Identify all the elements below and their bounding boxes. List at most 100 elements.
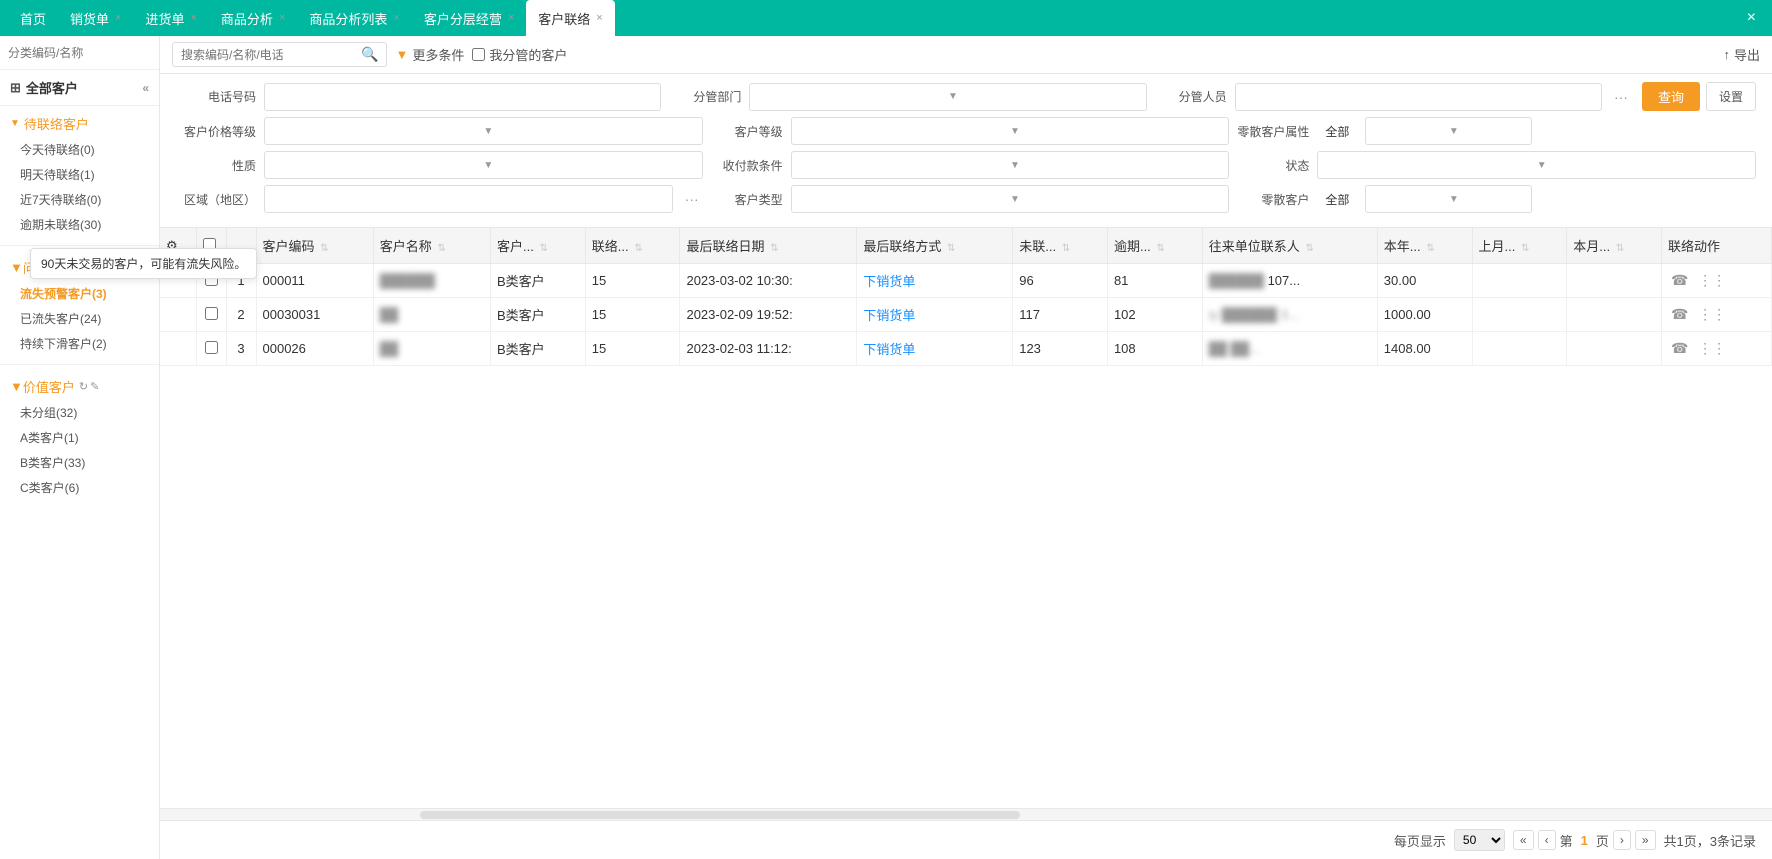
filter-select-payment[interactable]: ▼ (791, 151, 1230, 179)
row2-uncontact: 117 (1013, 298, 1108, 332)
col-type-sort[interactable]: ⇅ (539, 243, 547, 254)
col-code-sort[interactable]: ⇅ (320, 243, 328, 254)
row2-action-chat-icon[interactable]: ☎ (1671, 306, 1688, 322)
tab-analysis-close[interactable]: × (279, 12, 285, 24)
filter-select-customer-type[interactable]: ▼ (791, 185, 1230, 213)
last-page-button[interactable]: » (1635, 830, 1656, 850)
sidebar-group-pending-title[interactable]: ▼ 待联络客户 (0, 110, 159, 137)
sidebar-all-customers[interactable]: ⊞ 全部客户 « (0, 70, 159, 106)
query-button[interactable]: 查询 (1642, 82, 1700, 111)
row3-action-chat-icon[interactable]: ☎ (1671, 340, 1688, 356)
sidebar-item-class-c[interactable]: C类客户(6) (0, 475, 159, 500)
sidebar-item-overdue[interactable]: 逾期未联络(30) (0, 212, 159, 237)
scatter-dropdown-icon: ▼ (1449, 194, 1524, 205)
tab-analysis-list-close[interactable]: × (393, 12, 399, 24)
tab-customer-connect-close[interactable]: × (596, 12, 602, 24)
toolbar-export-btn[interactable]: ↑ 导出 (1723, 45, 1760, 64)
tab-sales-close[interactable]: × (115, 12, 121, 24)
row1-action-chat-icon[interactable]: ☎ (1671, 272, 1688, 288)
filter-input-manager[interactable] (1235, 83, 1602, 111)
mycustomer-label: 我分管的客户 (489, 45, 567, 64)
pending-group-label: 待联络客户 (24, 114, 89, 133)
settings-button[interactable]: 设置 (1706, 82, 1756, 111)
filter-select-status[interactable]: ▼ (1317, 151, 1756, 179)
row1-last-way[interactable]: 下销货单 (857, 264, 1013, 298)
sidebar-collapse-icon[interactable]: « (142, 81, 149, 95)
col-last-way: 最后联络方式 ⇅ (857, 228, 1013, 264)
col-contact-sort[interactable]: ⇅ (634, 243, 642, 254)
row1-name: ██████ (373, 264, 490, 298)
row2-actions: ☎ ⋮⋮ (1662, 298, 1772, 332)
row2-select-checkbox[interactable] (205, 307, 218, 320)
row3-select-checkbox[interactable] (205, 341, 218, 354)
tab-purchase[interactable]: 进货单 × (133, 0, 208, 36)
tab-customer-tier-close[interactable]: × (508, 12, 514, 24)
filter-cell-region: 区域（地区） ··· (176, 185, 703, 213)
prev-page-button[interactable]: ‹ (1538, 830, 1556, 850)
manager-dots-icon[interactable]: ··· (1610, 89, 1632, 105)
toolbar-filter-btn[interactable]: ▼ 更多条件 (395, 45, 464, 64)
toolbar-search-input[interactable] (181, 48, 361, 62)
row1-type: B类客户 (491, 264, 586, 298)
col-last-date-sort[interactable]: ⇅ (770, 243, 778, 254)
sidebar-item-class-b[interactable]: B类客户(33) (0, 450, 159, 475)
filter-input-region[interactable] (264, 185, 673, 213)
filter-select-dept[interactable]: ▼ (749, 83, 1146, 111)
tab-customer-connect[interactable]: 客户联络 × (526, 0, 614, 36)
toolbar-search-icon[interactable]: 🔍 (361, 46, 378, 63)
sidebar-item-7days[interactable]: 近7天待联络(0) (0, 187, 159, 212)
value-edit-icon[interactable]: ↻ (79, 380, 88, 393)
sidebar-item-churned[interactable]: 已流失客户(24) (0, 306, 159, 331)
filter-input-phone[interactable] (264, 83, 661, 111)
sidebar-item-tomorrow[interactable]: 明天待联络(1) (0, 162, 159, 187)
row2-last-way[interactable]: 下销货单 (857, 298, 1013, 332)
sidebar-item-class-a[interactable]: A类客户(1) (0, 425, 159, 450)
sidebar-item-ungroups[interactable]: 未分组(32) (0, 400, 159, 425)
tab-sales[interactable]: 销货单 × (58, 0, 133, 36)
col-last-month-sort[interactable]: ⇅ (1521, 243, 1529, 254)
row2-this-month (1567, 298, 1662, 332)
window-close-button[interactable]: × (1739, 9, 1764, 27)
sidebar-group-value-title[interactable]: ▼ 价值客户 ↻ ✎ (0, 373, 159, 400)
first-page-button[interactable]: « (1513, 830, 1534, 850)
col-uncontact-sort[interactable]: ⇅ (1062, 243, 1070, 254)
tab-home[interactable]: 首页 (8, 0, 58, 36)
row2-overdue: 102 (1107, 298, 1202, 332)
row3-action-more-icon[interactable]: ⋮⋮ (1698, 340, 1726, 356)
next-page-button[interactable]: › (1613, 830, 1631, 850)
tab-purchase-close[interactable]: × (190, 12, 196, 24)
col-year-sort[interactable]: ⇅ (1426, 243, 1434, 254)
sidebar-item-declining[interactable]: 持续下滑客户(2) (0, 331, 159, 356)
filter-select-scatter-prop[interactable]: ▼ (1365, 117, 1532, 145)
col-overdue-sort[interactable]: ⇅ (1156, 243, 1164, 254)
col-unit-contact-sort[interactable]: ⇅ (1305, 243, 1313, 254)
scrollbar-thumb[interactable] (420, 811, 1020, 819)
col-last-way-sort[interactable]: ⇅ (947, 243, 955, 254)
filter-select-customer-tier[interactable]: ▼ (791, 117, 1230, 145)
sidebar-search-input[interactable] (8, 46, 160, 60)
region-dots-icon[interactable]: ··· (681, 191, 703, 207)
col-contact-label: 联络... (592, 239, 629, 254)
sidebar-divider-1 (0, 245, 159, 246)
tab-analysis[interactable]: 商品分析 × (209, 0, 297, 36)
row3-this-month (1567, 332, 1662, 366)
sidebar-item-today[interactable]: 今天待联络(0) (0, 137, 159, 162)
row1-action-more-icon[interactable]: ⋮⋮ (1698, 272, 1726, 288)
scatter-prop-value: 全部 (1317, 123, 1357, 140)
mycustomer-checkbox[interactable] (472, 48, 485, 61)
filter-select-price-tier[interactable]: ▼ (264, 117, 703, 145)
row3-last-way[interactable]: 下销货单 (857, 332, 1013, 366)
page-size-select[interactable]: 50 10 20 100 (1454, 829, 1505, 851)
tab-customer-tier[interactable]: 客户分层经营 × (412, 0, 526, 36)
filter-select-nature[interactable]: ▼ (264, 151, 703, 179)
row2-action-more-icon[interactable]: ⋮⋮ (1698, 306, 1726, 322)
horizontal-scrollbar[interactable] (160, 808, 1772, 820)
sidebar-item-churn-warning[interactable]: 流失预警客户(3) (0, 281, 159, 306)
filter-select-scatter[interactable]: ▼ (1365, 185, 1532, 213)
col-name-sort[interactable]: ⇅ (437, 243, 445, 254)
value-settings-icon[interactable]: ✎ (90, 380, 99, 393)
col-this-month-sort[interactable]: ⇅ (1616, 243, 1624, 254)
col-name-label: 客户名称 (380, 239, 432, 254)
tab-analysis-list[interactable]: 商品分析列表 × (297, 0, 411, 36)
filter-label-manager: 分管人员 (1147, 88, 1227, 105)
